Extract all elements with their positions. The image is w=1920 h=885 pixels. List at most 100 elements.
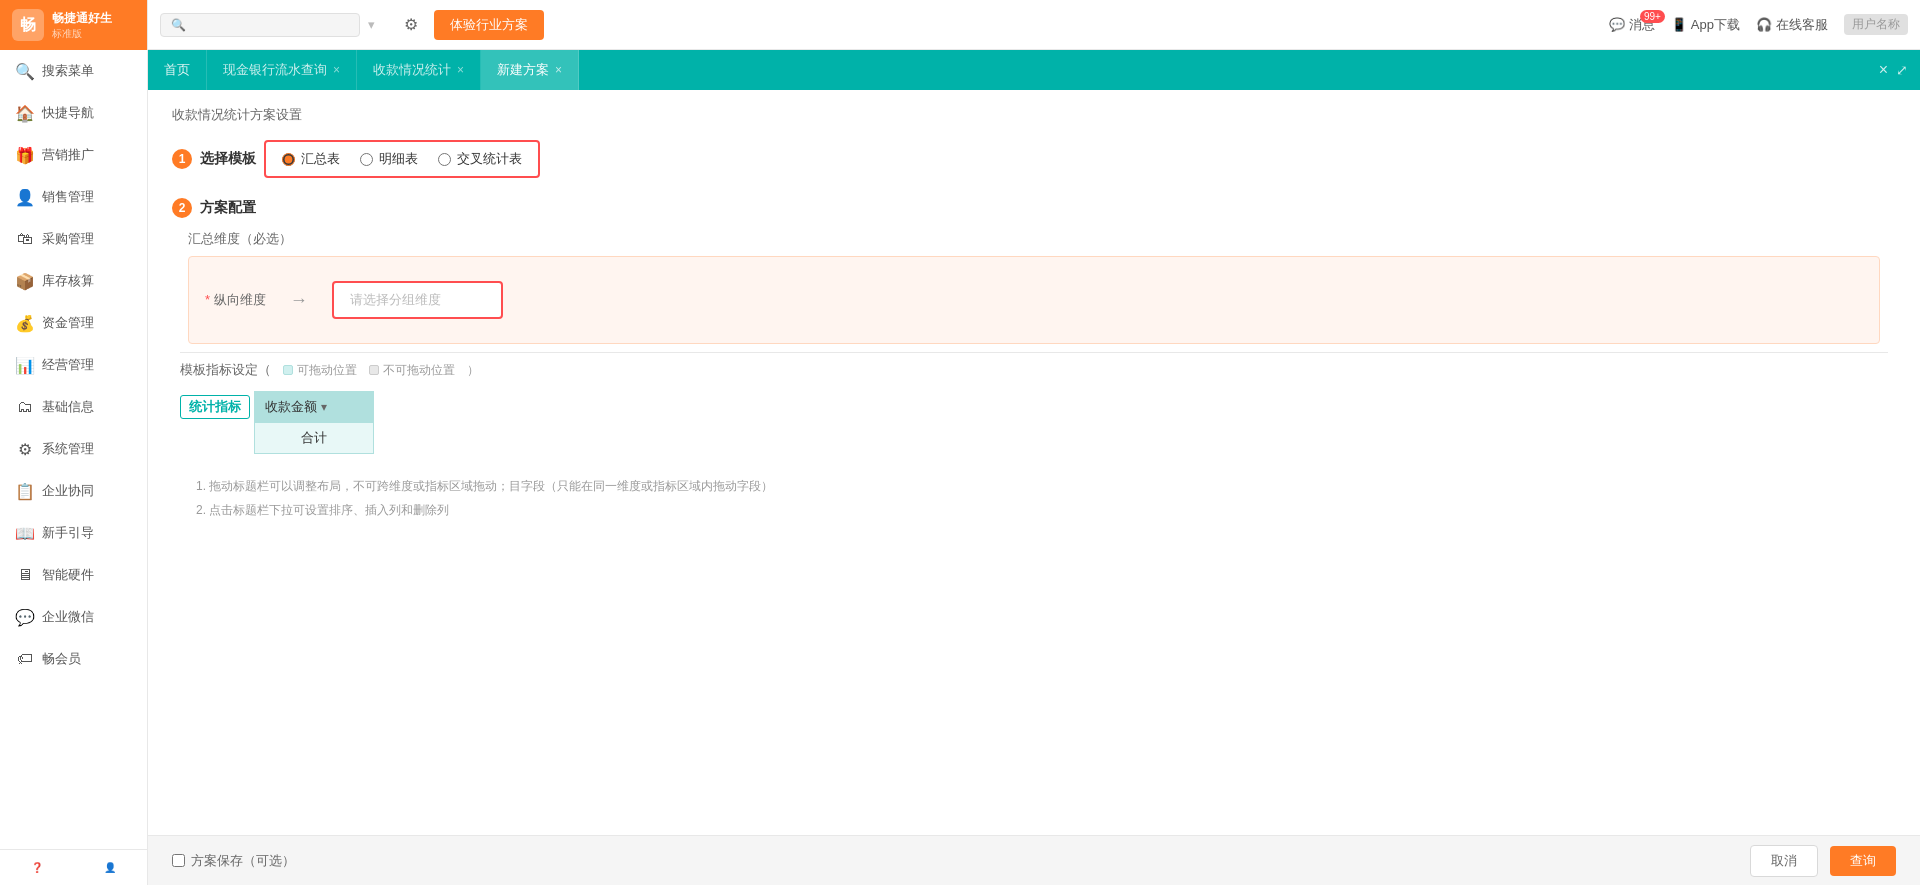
tab-new-plan-close[interactable]: × (555, 63, 562, 77)
required-star: * (205, 292, 210, 307)
sidebar-item-corp-wechat[interactable]: 💬 企业微信 (0, 596, 147, 638)
tab-maximize-icon[interactable]: ⤢ (1896, 62, 1908, 78)
tab-receipt-stats[interactable]: 收款情况统计 × (357, 50, 481, 90)
sidebar-item-corp-collab[interactable]: 📋 企业协同 (0, 470, 147, 512)
dimension-input[interactable]: 请选择分组维度 (332, 281, 503, 319)
phone-icon: 📱 (1671, 17, 1687, 32)
sidebar-item-inventory[interactable]: 📦 库存核算 (0, 260, 147, 302)
sidebar-item-sales[interactable]: 👤 销售管理 (0, 176, 147, 218)
help-icon: ❓ (31, 862, 43, 873)
tab-bar: 首页 现金银行流水查询 × 收款情况统计 × 新建方案 × × ⤢ (148, 50, 1920, 90)
tip-1: 1. 拖动标题栏可以调整布局，不可跨维度或指标区域拖动；目字段（只能在同一维度或… (196, 474, 1872, 498)
radio-cross-input[interactable] (438, 153, 451, 166)
sidebar-label-marketing: 营销推广 (42, 146, 94, 164)
sidebar-item-finance[interactable]: 💰 资金管理 (0, 302, 147, 344)
box-icon: 📦 (16, 272, 34, 290)
dimension-area: * 纵向维度 → 请选择分组维度 (188, 256, 1880, 344)
section-config-num: 2 (172, 198, 192, 218)
metrics-header-dropdown[interactable]: ▾ (321, 400, 327, 414)
gear-icon: ⚙ (16, 440, 34, 458)
app-download-label: App下载 (1691, 16, 1740, 34)
metrics-col-header[interactable]: 收款金额 ▾ (255, 392, 373, 422)
config-body: 汇总维度（必选） * 纵向维度 → 请选择分组维度 (172, 230, 1896, 534)
radio-summary[interactable]: 汇总表 (282, 150, 340, 168)
sidebar-item-operation[interactable]: 📊 经营管理 (0, 344, 147, 386)
vertical-dim-label: * 纵向维度 (205, 291, 266, 309)
sidebar-item-member[interactable]: 🏷 畅会员 (0, 638, 147, 680)
topnav-dropdown-icon[interactable]: ▾ (368, 15, 388, 35)
draggable-label: 可拖动位置 (297, 362, 357, 379)
topnav: 🔍 ▾ ⚙ 体验行业方案 💬 消息 99+ 📱 App下载 🎧 在线客服 用户名… (148, 0, 1920, 50)
sidebar-label-smart-hw: 智能硬件 (42, 566, 94, 584)
sidebar-item-guide[interactable]: 📖 新手引导 (0, 512, 147, 554)
sidebar-label-guide: 新手引导 (42, 524, 94, 542)
tab-home[interactable]: 首页 (148, 50, 207, 90)
summary-dim-label: 汇总维度（必选） (180, 230, 1888, 248)
sidebar-bottom-user[interactable]: 👤 (100, 858, 120, 877)
radio-detail[interactable]: 明细表 (360, 150, 418, 168)
section-config-title: 方案配置 (200, 199, 256, 217)
metrics-config-label: 模板指标设定（ 可拖动位置 不可拖动位置 ） (180, 361, 1888, 379)
metrics-table: 收款金额 ▾ 合计 (254, 391, 374, 454)
tab-bank-flow-close[interactable]: × (333, 63, 340, 77)
tab-home-label: 首页 (164, 61, 190, 79)
cancel-button[interactable]: 取消 (1750, 845, 1818, 877)
bag-icon: 🛍 (16, 230, 34, 248)
metrics-label-text: 模板指标设定（ (180, 361, 271, 379)
sidebar-item-system[interactable]: ⚙ 系统管理 (0, 428, 147, 470)
sidebar-item-basic[interactable]: 🗂 基础信息 (0, 386, 147, 428)
metrics-area: 统计指标 收款金额 ▾ 合计 (180, 387, 1888, 462)
template-selector: 汇总表 明细表 交叉统计表 (264, 140, 540, 178)
radio-summary-label: 汇总表 (301, 150, 340, 168)
user-icon: 👤 (16, 188, 34, 206)
app-download-btn[interactable]: 📱 App下载 (1671, 16, 1740, 34)
online-service-btn[interactable]: 🎧 在线客服 (1756, 16, 1828, 34)
undraggable-tag: 不可拖动位置 (369, 362, 455, 379)
tab-bank-flow[interactable]: 现金银行流水查询 × (207, 50, 357, 90)
sidebar-item-marketing[interactable]: 🎁 营销推广 (0, 134, 147, 176)
chat-icon: 💬 (16, 608, 34, 626)
main-area: 🔍 ▾ ⚙ 体验行业方案 💬 消息 99+ 📱 App下载 🎧 在线客服 用户名… (148, 0, 1920, 885)
topnav-gear-btn[interactable]: ⚙ (396, 10, 426, 40)
sidebar-bottom-help[interactable]: ❓ (27, 858, 47, 877)
trial-btn[interactable]: 体验行业方案 (434, 10, 544, 40)
vertical-dim-text: 纵向维度 (214, 292, 266, 307)
topnav-search-bar[interactable]: 🔍 (160, 13, 360, 37)
sidebar-item-search-menu[interactable]: 🔍 搜索菜单 (0, 50, 147, 92)
sidebar-label-inventory: 库存核算 (42, 272, 94, 290)
tab-bar-right: × ⤢ (1867, 50, 1920, 90)
arrow-icon: → (290, 290, 308, 311)
sidebar-label-member: 畅会员 (42, 650, 81, 668)
sidebar-item-smart-hw[interactable]: 🖥 智能硬件 (0, 554, 147, 596)
section-template-num: 1 (172, 149, 192, 169)
tab-new-plan[interactable]: 新建方案 × (481, 50, 579, 90)
save-checkbox[interactable] (172, 854, 185, 867)
radio-cross[interactable]: 交叉统计表 (438, 150, 522, 168)
topnav-user[interactable]: 用户名称 (1844, 14, 1908, 35)
content-inner: 收款情况统计方案设置 1 选择模板 汇总表 明细表 (148, 90, 1920, 835)
sidebar-item-quick-nav[interactable]: 🏠 快捷导航 (0, 92, 147, 134)
message-icon: 💬 (1609, 17, 1625, 32)
section-template: 1 选择模板 汇总表 明细表 交叉统计表 (172, 140, 1896, 178)
metrics-col-header-text: 收款金额 (265, 398, 317, 416)
tab-close-all-icon[interactable]: × (1879, 61, 1888, 79)
save-option[interactable]: 方案保存（可选） (172, 852, 295, 870)
radio-detail-input[interactable] (360, 153, 373, 166)
section-config: 2 方案配置 汇总维度（必选） * 纵向维度 → 请选择分组维度 (172, 198, 1896, 534)
sidebar-label-search-menu: 搜索菜单 (42, 62, 94, 80)
clipboard-icon: 📋 (16, 482, 34, 500)
gift-icon: 🎁 (16, 146, 34, 164)
radio-summary-input[interactable] (282, 153, 295, 166)
message-badge-btn[interactable]: 💬 消息 99+ (1609, 16, 1655, 34)
logo-main-text: 畅捷通好生 (52, 10, 112, 27)
sidebar-item-purchase[interactable]: 🛍 采购管理 (0, 218, 147, 260)
headset-icon: 🎧 (1756, 17, 1772, 32)
sidebar-label-finance: 资金管理 (42, 314, 94, 332)
tab-receipt-stats-close[interactable]: × (457, 63, 464, 77)
query-button[interactable]: 查询 (1830, 846, 1896, 876)
draggable-dot (283, 365, 293, 375)
sidebar-label-operation: 经营管理 (42, 356, 94, 374)
save-label: 方案保存（可选） (191, 852, 295, 870)
tip-2: 2. 点击标题栏下拉可设置排序、插入列和删除列 (196, 498, 1872, 522)
topnav-search-icon: 🔍 (171, 18, 186, 32)
